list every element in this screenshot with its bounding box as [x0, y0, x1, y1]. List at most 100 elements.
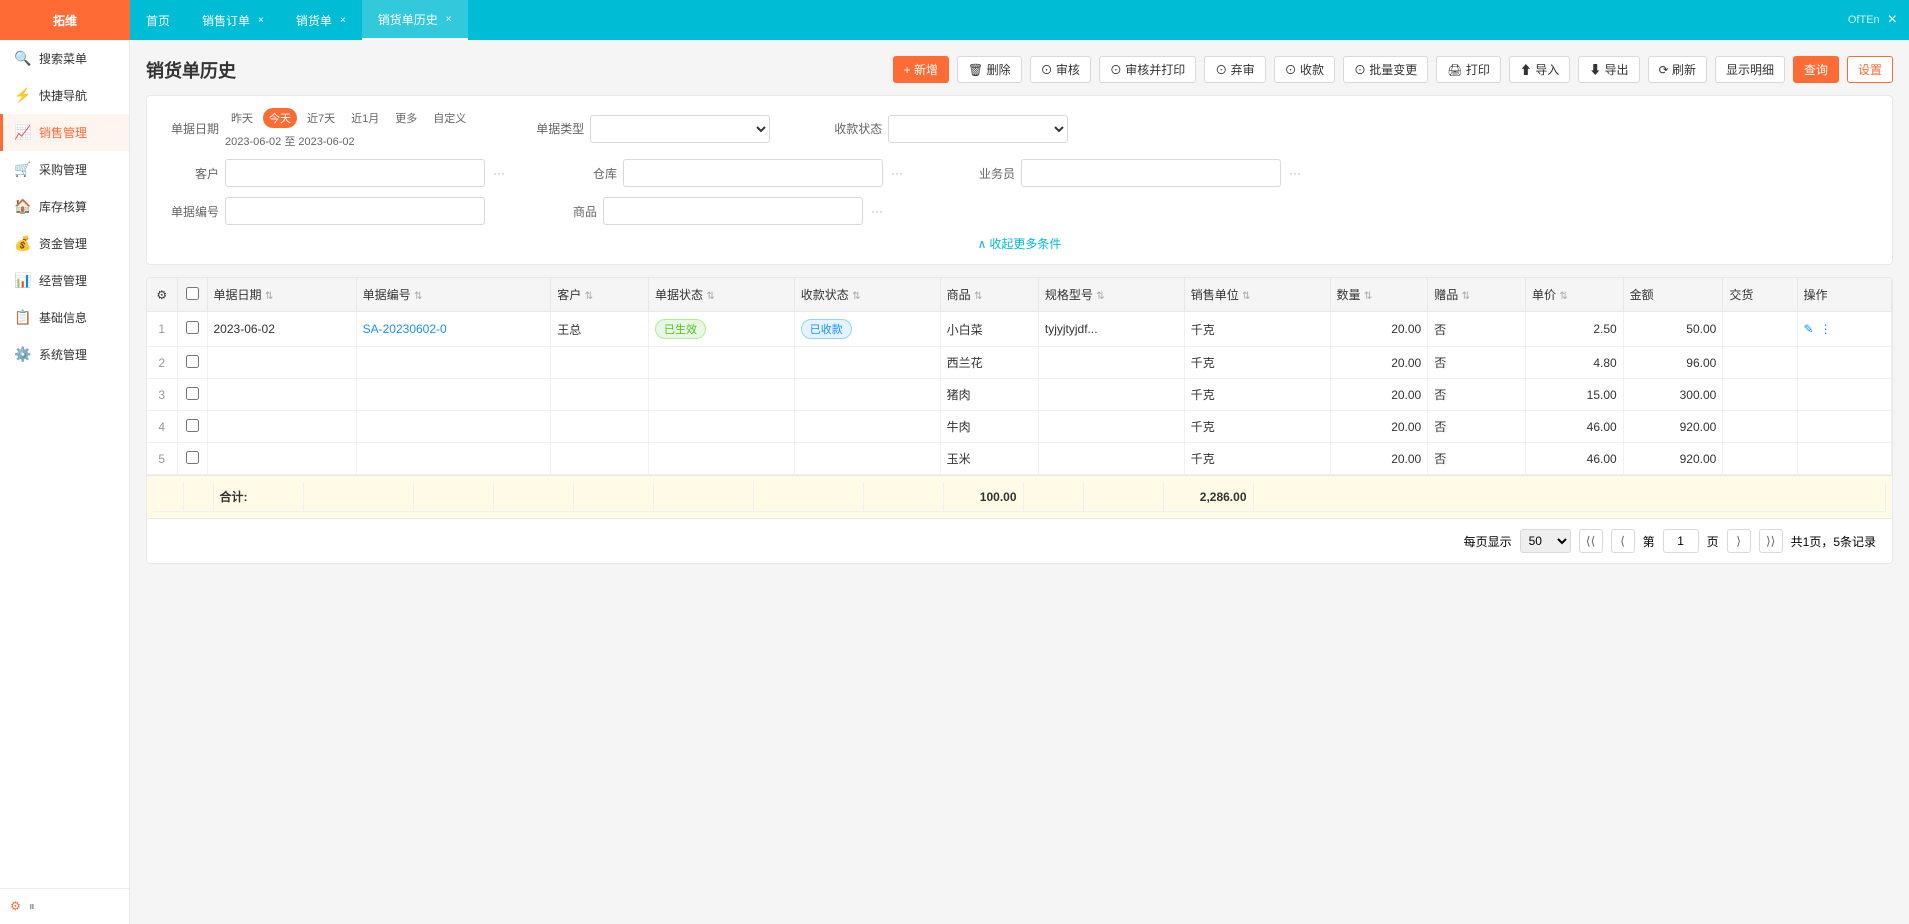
select-all-checkbox[interactable] [186, 287, 199, 300]
col-qty[interactable]: 数量 ⇅ [1330, 278, 1428, 312]
warehouse-input[interactable] [623, 159, 883, 187]
salesman-input[interactable] [1021, 159, 1281, 187]
date-btn-1month[interactable]: 近1月 [345, 108, 385, 128]
date-btn-custom[interactable]: 自定义 [427, 108, 472, 128]
goods-label: 商品 [541, 203, 597, 220]
doc-no-input[interactable] [225, 197, 485, 225]
nav-tab-close-sales-goods[interactable]: × [340, 15, 346, 26]
col-doc-date[interactable]: 单据日期 ⇅ [207, 278, 356, 312]
sidebar-bottom-icon2[interactable]: ⏸ [29, 899, 35, 914]
col-spec[interactable]: 规格型号 ⇅ [1038, 278, 1184, 312]
cell-payment-status [794, 347, 940, 379]
sidebar-item-sales-mgmt[interactable]: 📈 销售管理 [0, 114, 129, 151]
customer-dots[interactable]: ··· [493, 166, 505, 180]
last-page-btn[interactable]: ⟩⟩ [1759, 529, 1783, 553]
collapse-button[interactable]: ∧ 收起更多条件 [978, 235, 1062, 252]
date-btn-7days[interactable]: 近7天 [301, 108, 341, 128]
audit-button[interactable]: ⊙ 审核 [1030, 56, 1091, 83]
row-checkbox[interactable] [186, 387, 199, 400]
more-btn[interactable]: ⋮ [1820, 322, 1832, 336]
sidebar-item-search-menu[interactable]: 🔍 搜索菜单 [0, 40, 129, 77]
col-customer[interactable]: 客户 ⇅ [551, 278, 649, 312]
nav-tab-sales-goods[interactable]: 销货单 × [280, 0, 362, 40]
col-unit-price[interactable]: 单价 ⇅ [1525, 278, 1623, 312]
app-logo: 拓维 [0, 0, 130, 40]
cell-gift: 否 [1428, 379, 1526, 411]
sidebar-item-operations[interactable]: 📊 经营管理 [0, 262, 129, 299]
col-doc-status[interactable]: 单据状态 ⇅ [648, 278, 794, 312]
doc-no-link[interactable]: SA-20230602-0 [363, 322, 447, 336]
settings-button[interactable]: 设置 [1847, 56, 1893, 83]
toolbar: + 新增 🗑 删除 ⊙ 审核 ⊙ 审核并打印 ⊙ 弃审 ⊙ 收款 ⊙ 批量变更 … [893, 56, 1893, 83]
warehouse-label: 仓库 [561, 165, 617, 182]
sidebar-item-system-mgmt[interactable]: ⚙️ 系统管理 [0, 336, 129, 373]
cell-unit: 千克 [1184, 379, 1330, 411]
collect-button[interactable]: ⊙ 收款 [1274, 56, 1335, 83]
inventory-icon: 🏠 [15, 199, 31, 215]
sidebar-item-purchase-mgmt[interactable]: 🛒 采购管理 [0, 151, 129, 188]
col-doc-no[interactable]: 单据编号 ⇅ [356, 278, 551, 312]
abandon-button[interactable]: ⊙ 弃审 [1204, 56, 1265, 83]
row-num: 1 [147, 312, 177, 347]
row-checkbox-cell [177, 411, 207, 443]
nav-tab-close-sales-history[interactable]: × [446, 14, 452, 25]
sidebar-item-inventory[interactable]: 🏠 库存核算 [0, 188, 129, 225]
query-button[interactable]: 查询 [1793, 56, 1839, 83]
top-right-area: OfTEn × [1848, 11, 1909, 29]
export-button[interactable]: ⬇ 导出 [1578, 56, 1639, 83]
row-checkbox[interactable] [186, 321, 199, 334]
audit-print-button[interactable]: ⊙ 审核并打印 [1099, 56, 1196, 83]
cell-unit: 千克 [1184, 443, 1330, 475]
nav-tab-sales-order[interactable]: 销售订单 × [186, 0, 280, 40]
col-gift[interactable]: 赠品 ⇅ [1428, 278, 1526, 312]
import-button[interactable]: ⬆ 导入 [1509, 56, 1570, 83]
prev-page-btn[interactable]: ⟨ [1611, 529, 1635, 553]
customer-input[interactable] [225, 159, 485, 187]
delete-button[interactable]: 🗑 删除 [957, 56, 1022, 83]
goods-dots[interactable]: ··· [871, 204, 883, 218]
sidebar-bottom-icon1[interactable]: ⚙ [10, 899, 21, 914]
nav-tab-sales-history[interactable]: 销货单历史 × [362, 0, 468, 40]
row-checkbox[interactable] [186, 355, 199, 368]
sidebar-item-basic-info[interactable]: 📋 基础信息 [0, 299, 129, 336]
goods-input[interactable] [603, 197, 863, 225]
date-btn-yesterday[interactable]: 昨天 [225, 108, 259, 128]
edit-btn[interactable]: ✎ [1804, 322, 1814, 336]
date-btn-today[interactable]: 今天 [263, 108, 297, 128]
page-num-input[interactable] [1663, 529, 1699, 553]
print-button[interactable]: 🖨 打印 [1436, 56, 1501, 83]
show-detail-button[interactable]: 显示明细 [1715, 56, 1785, 83]
doc-type-select[interactable] [590, 115, 770, 143]
salesman-dots[interactable]: ··· [1289, 166, 1301, 180]
sort-icon-goods: ⇅ [974, 291, 982, 302]
new-button[interactable]: + 新增 [893, 56, 949, 83]
row-checkbox[interactable] [186, 419, 199, 432]
footer-row: 合计: 100.00 [153, 482, 1886, 512]
first-page-btn[interactable]: ⟨⟨ [1579, 529, 1603, 553]
col-goods[interactable]: 商品 ⇅ [940, 278, 1038, 312]
col-unit[interactable]: 销售单位 ⇅ [1184, 278, 1330, 312]
nav-tab-close-sales-order[interactable]: × [258, 15, 264, 26]
cell-doc-status: 已生效 [648, 312, 794, 347]
date-btn-more[interactable]: 更多 [389, 108, 423, 128]
row-checkbox[interactable] [186, 451, 199, 464]
cell-transaction [1723, 347, 1797, 379]
window-close-btn[interactable]: × [1888, 11, 1897, 29]
cell-goods: 小白菜 [940, 312, 1038, 347]
cell-gift: 否 [1428, 443, 1526, 475]
warehouse-dots[interactable]: ··· [891, 166, 903, 180]
page-num-label: 第 [1643, 533, 1655, 550]
col-payment-status[interactable]: 收款状态 ⇅ [794, 278, 940, 312]
sidebar-item-quick-nav[interactable]: ⚡ 快捷导航 [0, 77, 129, 114]
payment-status-select[interactable] [888, 115, 1068, 143]
nav-tab-home[interactable]: 首页 [130, 0, 186, 40]
batch-change-button[interactable]: ⊙ 批量变更 [1343, 56, 1428, 83]
col-gear[interactable]: ⚙ [147, 278, 177, 312]
refresh-button[interactable]: ⟳ 刷新 [1648, 56, 1707, 83]
sidebar-bottom: ⚙ ⏸ [0, 888, 129, 924]
per-page-select[interactable]: 50 100 200 [1520, 529, 1571, 553]
next-page-btn[interactable]: ⟩ [1727, 529, 1751, 553]
sidebar-item-finance[interactable]: 💰 资金管理 [0, 225, 129, 262]
cell-payment-status [794, 411, 940, 443]
cell-doc-date [207, 379, 356, 411]
